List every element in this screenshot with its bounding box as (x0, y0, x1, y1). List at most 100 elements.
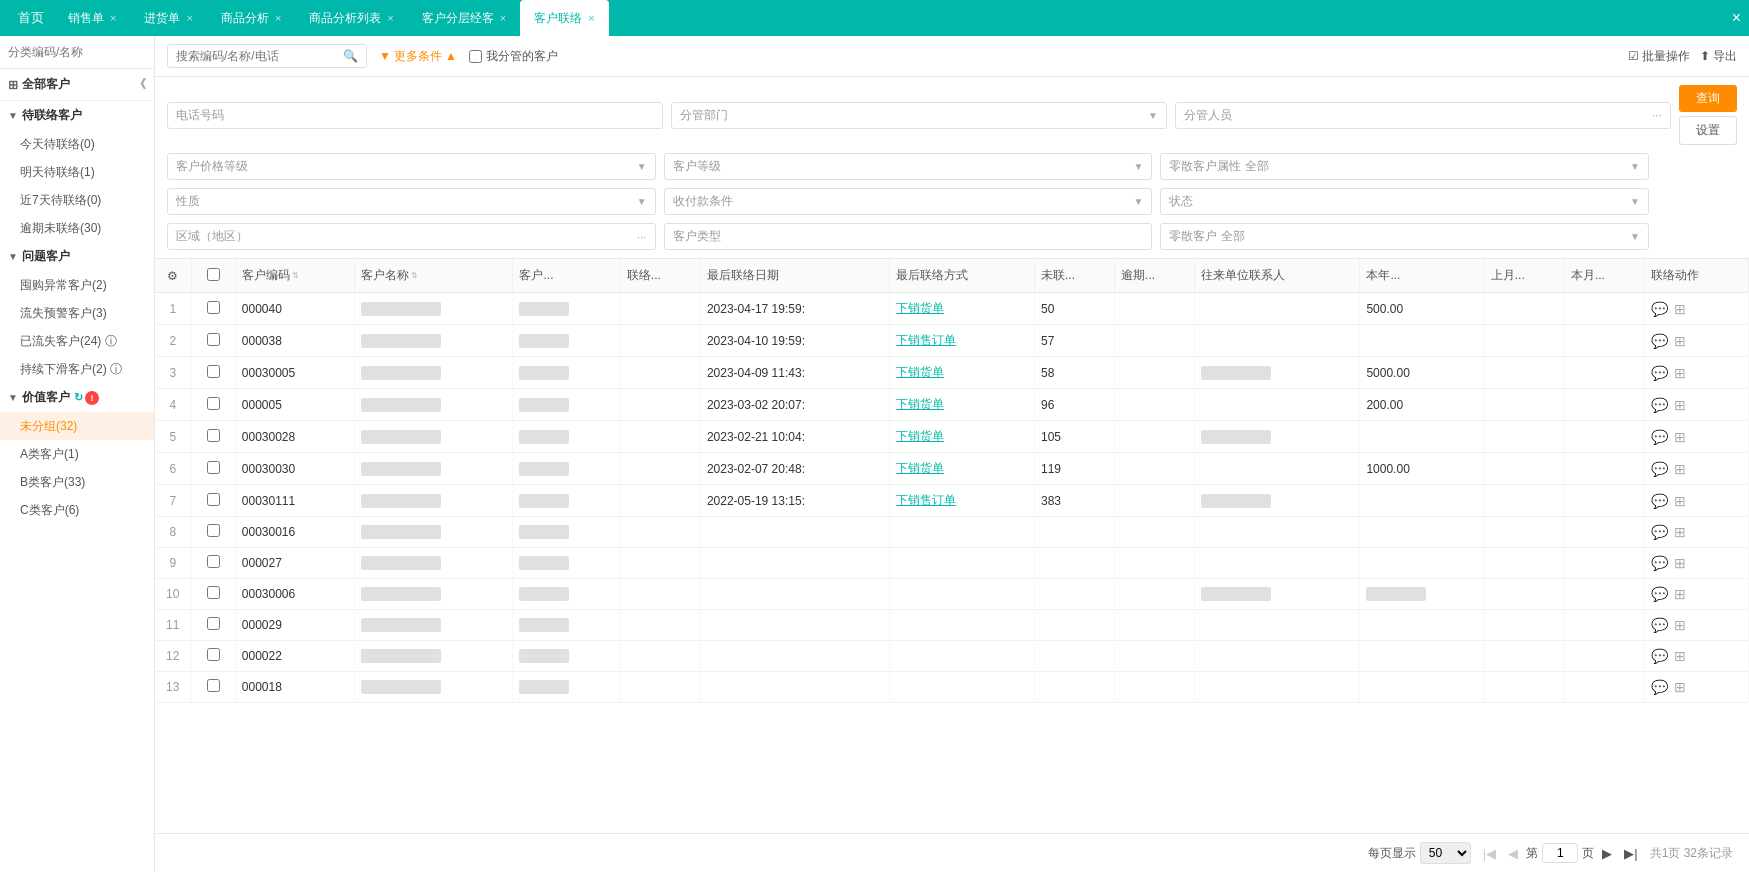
message-icon[interactable]: 💬 (1651, 461, 1668, 477)
my-customers-check[interactable] (469, 50, 482, 63)
last-method-link[interactable]: 下销售订单 (896, 493, 956, 507)
message-icon[interactable]: 💬 (1651, 493, 1668, 509)
last-method-link[interactable]: 下销货单 (896, 301, 944, 315)
message-icon[interactable]: 💬 (1651, 301, 1668, 317)
close-purchase-tab[interactable]: × (186, 12, 192, 24)
next-page-button[interactable]: ▶ (1598, 844, 1616, 863)
grid-action-icon[interactable]: ⊞ (1674, 679, 1686, 695)
row-checkbox[interactable] (207, 586, 220, 599)
sidebar-item-class-c[interactable]: C类客户(6) (0, 496, 154, 524)
grid-action-icon[interactable]: ⊞ (1674, 648, 1686, 664)
close-customer-contact-tab[interactable]: × (588, 12, 594, 24)
sidebar-item-churn-warning[interactable]: 流失预警客户(3) (0, 299, 154, 327)
batch-operation-button[interactable]: ☑ 批量操作 (1628, 48, 1690, 65)
page-input[interactable] (1542, 843, 1578, 863)
last-method-link[interactable]: 下销售订单 (896, 333, 956, 347)
nav-tab-sales[interactable]: 销售单 × (54, 0, 130, 36)
nav-tab-customer-segment[interactable]: 客户分层经客 × (408, 0, 520, 36)
grid-action-icon[interactable]: ⊞ (1674, 397, 1686, 413)
message-icon[interactable]: 💬 (1651, 333, 1668, 349)
message-icon[interactable]: 💬 (1651, 365, 1668, 381)
customer-level-field[interactable]: 客户等级 ▼ (664, 153, 1153, 180)
nav-home[interactable]: 首页 (8, 0, 54, 36)
dept-field[interactable]: 分管部门 ▼ (671, 102, 1167, 129)
more-conditions-button[interactable]: ▼ 更多条件 ▲ (379, 48, 457, 65)
last-method-link[interactable]: 下销货单 (896, 397, 944, 411)
per-page-select[interactable]: 50 100 200 (1420, 842, 1471, 864)
row-checkbox[interactable] (207, 301, 220, 314)
sidebar-group-value[interactable]: ▼ 价值客户 ↻ ! (0, 383, 154, 412)
close-sales-tab[interactable]: × (110, 12, 116, 24)
message-icon[interactable]: 💬 (1651, 617, 1668, 633)
query-button[interactable]: 查询 (1679, 85, 1737, 112)
code-sort-icon[interactable]: ⇅ (292, 271, 299, 280)
grid-action-icon[interactable]: ⊞ (1674, 524, 1686, 540)
sidebar-item-tomorrow-pending[interactable]: 明天待联络(1) (0, 158, 154, 186)
row-checkbox[interactable] (207, 617, 220, 630)
nav-tab-purchase[interactable]: 进货单 × (130, 0, 206, 36)
first-page-button[interactable]: |◀ (1479, 844, 1500, 863)
sidebar-search-input[interactable] (8, 45, 155, 59)
grid-action-icon[interactable]: ⊞ (1674, 617, 1686, 633)
export-button[interactable]: ⬆ 导出 (1700, 48, 1737, 65)
row-checkbox[interactable] (207, 648, 220, 661)
sidebar-item-ungroup[interactable]: 未分组(32) (0, 412, 154, 440)
nature-field[interactable]: 性质 ▼ (167, 188, 656, 215)
sidebar-item-7day-pending[interactable]: 近7天待联络(0) (0, 186, 154, 214)
gear-icon[interactable]: ⚙ (167, 269, 178, 283)
row-checkbox[interactable] (207, 524, 220, 537)
row-checkbox[interactable] (207, 555, 220, 568)
row-checkbox[interactable] (207, 333, 220, 346)
row-checkbox[interactable] (207, 679, 220, 692)
last-method-link[interactable]: 下销货单 (896, 461, 944, 475)
person-dots-icon[interactable]: ··· (1652, 108, 1662, 122)
last-method-link[interactable]: 下销货单 (896, 429, 944, 443)
message-icon[interactable]: 💬 (1651, 429, 1668, 445)
close-product-analysis-tab[interactable]: × (275, 12, 281, 24)
collapse-button[interactable]: 《 (134, 76, 146, 93)
sidebar-group-problem[interactable]: ▼ 问题客户 (0, 242, 154, 271)
sidebar-item-overdue-pending[interactable]: 逾期未联络(30) (0, 214, 154, 242)
message-icon[interactable]: 💬 (1651, 586, 1668, 602)
retail-field[interactable]: 零散客户 全部 ▼ (1160, 223, 1649, 250)
sidebar-item-declining[interactable]: 持续下滑客户(2) ⓘ (0, 355, 154, 383)
select-all-checkbox[interactable] (207, 268, 220, 281)
close-customer-segment-tab[interactable]: × (500, 12, 506, 24)
message-icon[interactable]: 💬 (1651, 397, 1668, 413)
status-field[interactable]: 状态 ▼ (1160, 188, 1649, 215)
sidebar-item-churned[interactable]: 已流失客户(24) ⓘ (0, 327, 154, 355)
sidebar-group-pending[interactable]: ▼ 待联络客户 (0, 101, 154, 130)
message-icon[interactable]: 💬 (1651, 679, 1668, 695)
refresh-icon[interactable]: ↻ (74, 391, 83, 404)
sidebar-item-class-b[interactable]: B类客户(33) (0, 468, 154, 496)
grid-action-icon[interactable]: ⊞ (1674, 333, 1686, 349)
grid-action-icon[interactable]: ⊞ (1674, 365, 1686, 381)
last-method-link[interactable]: 下销货单 (896, 365, 944, 379)
payment-field[interactable]: 收付款条件 ▼ (664, 188, 1153, 215)
last-page-button[interactable]: ▶| (1620, 844, 1641, 863)
price-level-field[interactable]: 客户价格等级 ▼ (167, 153, 656, 180)
grid-action-icon[interactable]: ⊞ (1674, 493, 1686, 509)
grid-action-icon[interactable]: ⊞ (1674, 429, 1686, 445)
nav-tab-product-analysis[interactable]: 商品分析 × (207, 0, 295, 36)
message-icon[interactable]: 💬 (1651, 524, 1668, 540)
row-checkbox[interactable] (207, 397, 220, 410)
row-checkbox[interactable] (207, 429, 220, 442)
nav-tab-customer-contact[interactable]: 客户联络 × (520, 0, 608, 36)
customer-attr-field[interactable]: 零散客户属性 全部 ▼ (1160, 153, 1649, 180)
message-icon[interactable]: 💬 (1651, 555, 1668, 571)
sidebar-all-customers[interactable]: ⊞ 全部客户 《 (0, 69, 154, 101)
message-icon[interactable]: 💬 (1651, 648, 1668, 664)
prev-page-button[interactable]: ◀ (1504, 844, 1522, 863)
row-checkbox[interactable] (207, 365, 220, 378)
sidebar-item-abnormal[interactable]: 囤购异常客户(2) (0, 271, 154, 299)
my-customers-checkbox[interactable]: 我分管的客户 (469, 48, 558, 65)
grid-action-icon[interactable]: ⊞ (1674, 461, 1686, 477)
nav-tab-product-list[interactable]: 商品分析列表 × (295, 0, 407, 36)
sidebar-item-today-pending[interactable]: 今天待联络(0) (0, 130, 154, 158)
region-dots-icon[interactable]: ··· (637, 230, 647, 244)
grid-action-icon[interactable]: ⊞ (1674, 301, 1686, 317)
grid-action-icon[interactable]: ⊞ (1674, 555, 1686, 571)
row-checkbox[interactable] (207, 493, 220, 506)
row-checkbox[interactable] (207, 461, 220, 474)
